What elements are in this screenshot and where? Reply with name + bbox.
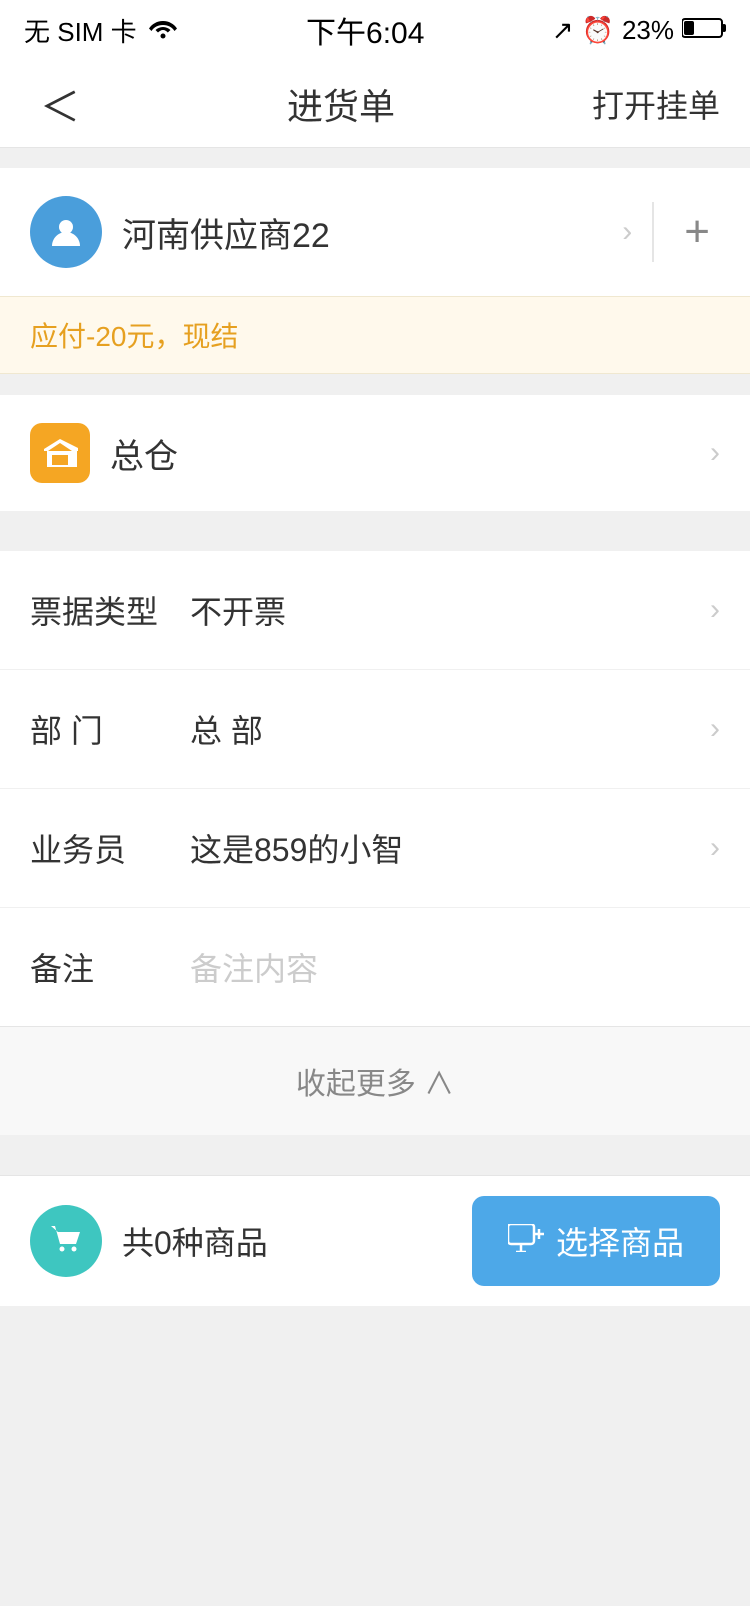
invoice-type-arrow: › (710, 593, 720, 627)
remark-row[interactable]: 备注 备注内容 (0, 908, 750, 1026)
invoice-type-label: 票据类型 (30, 587, 170, 633)
supplier-name: 河南供应商22 (122, 208, 622, 257)
invoice-type-value: 不开票 (190, 587, 700, 633)
supplier-avatar (30, 196, 102, 268)
salesperson-label: 业务员 (30, 825, 170, 871)
warehouse-arrow-icon: › (710, 436, 720, 470)
notice-text: 应付-20元，现结 (30, 321, 238, 352)
wifi-icon (147, 15, 179, 46)
top-divider (0, 148, 750, 168)
warehouse-section: 总仓 › (0, 394, 750, 511)
bottom-divider (0, 1135, 750, 1155)
supplier-divider (652, 202, 654, 262)
status-bar: 无 SIM 卡 下午6:04 ↗ ⏰ 23% (0, 0, 750, 60)
page-background (0, 1306, 750, 1606)
product-count: 共0种商品 (122, 1218, 472, 1264)
remark-label: 备注 (30, 944, 170, 990)
department-row[interactable]: 部 门 总 部 › (0, 670, 750, 789)
warehouse-icon (30, 423, 90, 483)
salesperson-value: 这是859的小智 (190, 825, 700, 871)
page-title: 进货单 (287, 78, 395, 130)
collapse-button[interactable]: 收起更多 ∧ (0, 1026, 750, 1135)
select-product-button[interactable]: 选择商品 (472, 1196, 720, 1286)
bottom-bar: 共0种商品 选择商品 (0, 1175, 750, 1306)
location-icon: ↗ (552, 15, 574, 46)
select-btn-icon (508, 1223, 544, 1260)
battery-label: 23% (622, 15, 674, 46)
remark-value: 备注内容 (190, 944, 720, 990)
warehouse-name: 总仓 (110, 429, 710, 478)
status-left: 无 SIM 卡 (24, 12, 179, 49)
add-button[interactable]: + (674, 207, 720, 257)
notice-row: 应付-20元，现结 (0, 296, 750, 374)
select-btn-label: 选择商品 (556, 1218, 684, 1264)
back-button[interactable]: ＜ (30, 65, 90, 143)
nav-bar: ＜ 进货单 打开挂单 (0, 60, 750, 148)
battery-icon (682, 15, 726, 46)
department-arrow: › (710, 712, 720, 746)
department-value: 总 部 (190, 706, 700, 752)
supplier-arrow-icon: › (622, 215, 632, 249)
status-time: 下午6:04 (306, 8, 424, 52)
form-section: 票据类型 不开票 › 部 门 总 部 › 业务员 这是859的小智 › 备注 备… (0, 551, 750, 1026)
cart-icon (30, 1205, 102, 1277)
salesperson-row[interactable]: 业务员 这是859的小智 › (0, 789, 750, 908)
status-right: ↗ ⏰ 23% (552, 15, 726, 46)
invoice-type-row[interactable]: 票据类型 不开票 › (0, 551, 750, 670)
warehouse-row[interactable]: 总仓 › (0, 394, 750, 511)
supplier-section: 河南供应商22 › + 应付-20元，现结 (0, 168, 750, 374)
open-pending-button[interactable]: 打开挂单 (592, 81, 720, 127)
mid-divider-2 (0, 511, 750, 531)
department-label: 部 门 (30, 706, 170, 752)
supplier-row[interactable]: 河南供应商22 › + (0, 168, 750, 296)
salesperson-arrow: › (710, 831, 720, 865)
alarm-icon: ⏰ (582, 15, 614, 46)
mid-divider-1 (0, 374, 750, 394)
carrier-label: 无 SIM 卡 (24, 12, 137, 49)
